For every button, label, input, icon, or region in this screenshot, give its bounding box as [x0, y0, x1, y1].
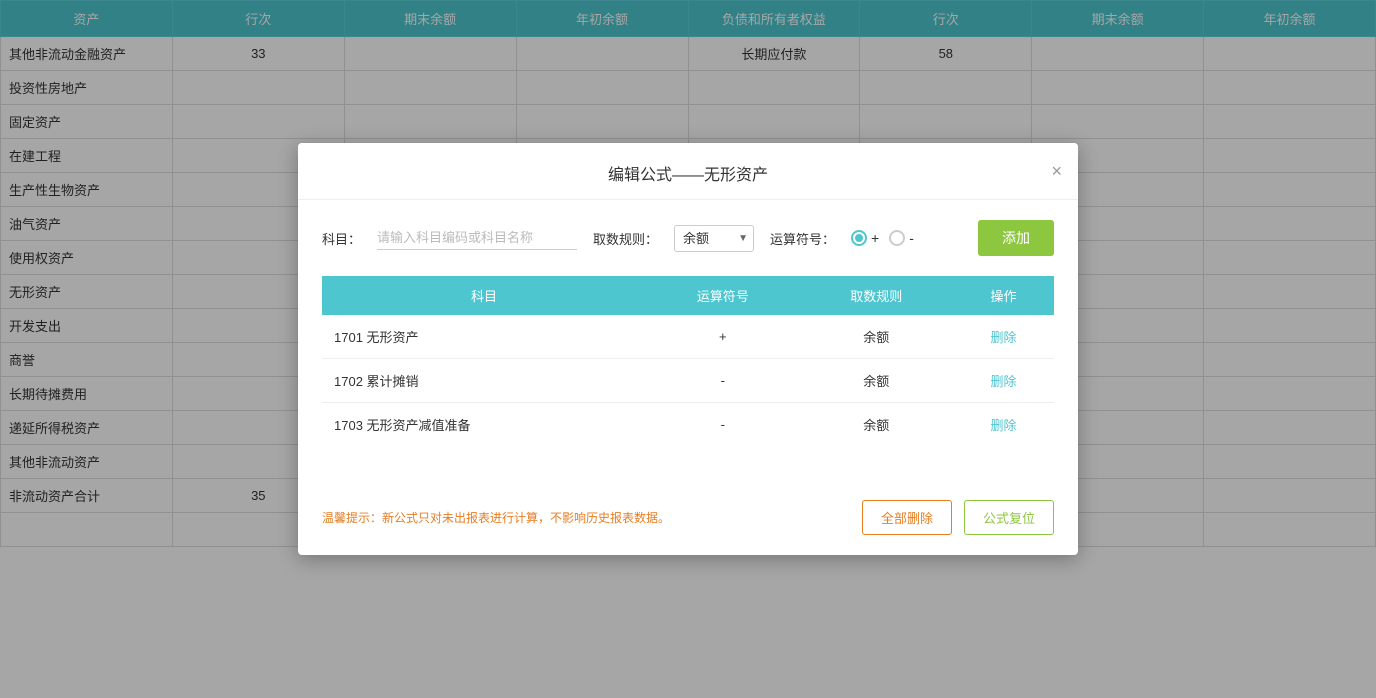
row2-subject: 1702 累计摊销 — [322, 359, 646, 403]
col-header-subject: 科目 — [322, 276, 646, 315]
delete-button-2[interactable]: 删除 — [991, 371, 1017, 390]
table-row: 1703 无形资产减值准备 - 余额 删除 — [322, 403, 1054, 447]
row3-action: 删除 — [953, 403, 1054, 447]
modal-title: 编辑公式——无形资产 — [608, 167, 768, 184]
operator-radio-group: + - — [851, 230, 914, 246]
row3-subject: 1703 无形资产减值准备 — [322, 403, 646, 447]
operator-minus-label: - — [909, 230, 914, 246]
row2-action: 删除 — [953, 359, 1054, 403]
delete-all-button[interactable]: 全部删除 — [862, 500, 952, 535]
table-row: 1702 累计摊销 - 余额 删除 — [322, 359, 1054, 403]
radio-circle-plus — [851, 230, 867, 246]
close-button[interactable]: × — [1051, 162, 1062, 180]
tip-text: 温馨提示：新公式只对未出报表进行计算，不影响历史报表数据。 — [322, 509, 670, 526]
modal-dialog: 编辑公式——无形资产 × 科目： 取数规则： 余额 借方 贷方 借方发生额 贷方… — [298, 143, 1078, 555]
rule-select[interactable]: 余额 借方 贷方 借方发生额 贷方发生额 — [674, 225, 754, 252]
add-button[interactable]: 添加 — [978, 220, 1054, 256]
modal-overlay: 编辑公式——无形资产 × 科目： 取数规则： 余额 借方 贷方 借方发生额 贷方… — [0, 0, 1376, 698]
row2-operator: - — [646, 359, 799, 403]
footer-buttons: 全部删除 公式复位 — [862, 500, 1054, 535]
modal-body: 科目： 取数规则： 余额 借方 贷方 借方发生额 贷方发生额 ▼ 运算符号： — [298, 200, 1078, 486]
formula-table: 科目 运算符号 取数规则 操作 1701 无形资产 + 余额 删除 — [322, 276, 1054, 446]
col-header-operator: 运算符号 — [646, 276, 799, 315]
row1-operator: + — [646, 315, 799, 359]
modal-header: 编辑公式——无形资产 × — [298, 143, 1078, 200]
row3-operator: - — [646, 403, 799, 447]
operator-minus-radio[interactable]: - — [889, 230, 914, 246]
row3-rule: 余额 — [800, 403, 953, 447]
table-row: 1701 无形资产 + 余额 删除 — [322, 315, 1054, 359]
row1-rule: 余额 — [800, 315, 953, 359]
col-header-action: 操作 — [953, 276, 1054, 315]
table-header-row: 科目 运算符号 取数规则 操作 — [322, 276, 1054, 315]
rule-select-wrap[interactable]: 余额 借方 贷方 借方发生额 贷方发生额 ▼ — [674, 225, 754, 252]
delete-button-1[interactable]: 删除 — [991, 327, 1017, 346]
subject-label: 科目： — [322, 229, 361, 248]
operator-plus-label: + — [871, 230, 879, 246]
row1-subject: 1701 无形资产 — [322, 315, 646, 359]
delete-button-3[interactable]: 删除 — [991, 415, 1017, 434]
operator-plus-radio[interactable]: + — [851, 230, 879, 246]
modal-footer: 温馨提示：新公式只对未出报表进行计算，不影响历史报表数据。 全部删除 公式复位 — [298, 486, 1078, 555]
reset-button[interactable]: 公式复位 — [964, 500, 1054, 535]
row2-rule: 余额 — [800, 359, 953, 403]
col-header-rule: 取数规则 — [800, 276, 953, 315]
subject-input[interactable] — [377, 226, 577, 250]
operator-label: 运算符号： — [770, 229, 835, 248]
form-row: 科目： 取数规则： 余额 借方 贷方 借方发生额 贷方发生额 ▼ 运算符号： — [322, 220, 1054, 256]
rule-label: 取数规则： — [593, 229, 658, 248]
radio-circle-minus — [889, 230, 905, 246]
row1-action: 删除 — [953, 315, 1054, 359]
